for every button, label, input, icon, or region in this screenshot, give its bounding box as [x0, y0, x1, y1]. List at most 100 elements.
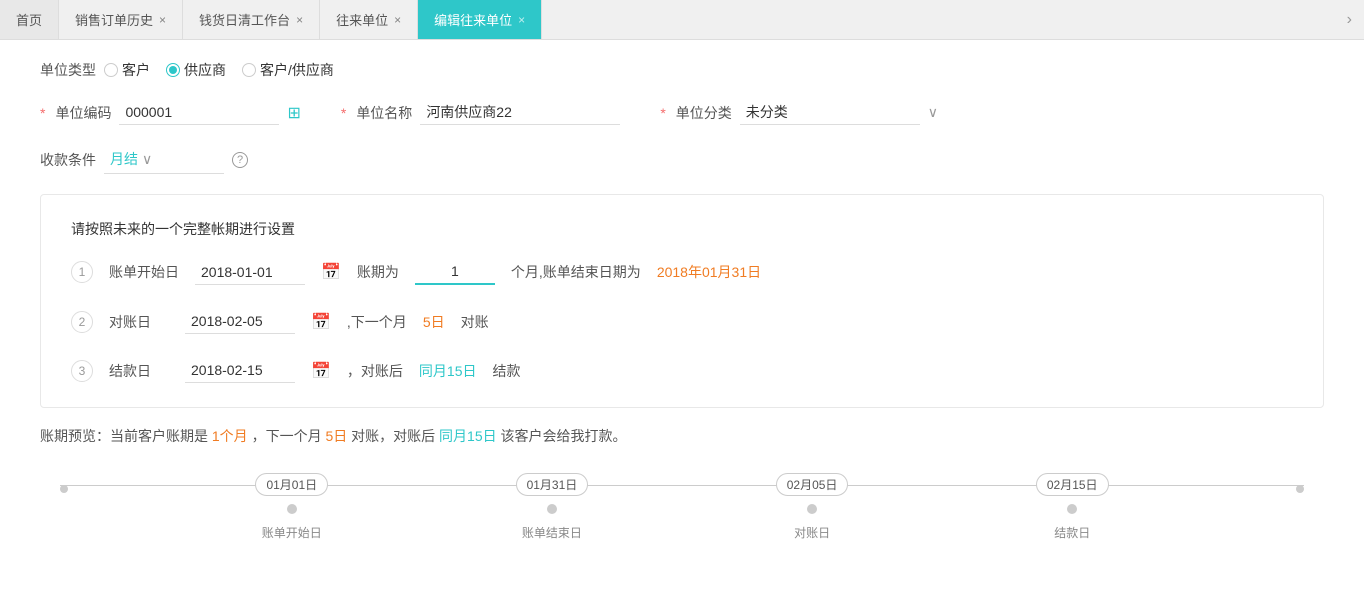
- unit-type-field: 单位类型 客户 供应商 客户/供应商: [40, 60, 334, 80]
- timeline-items: 01月01日 账单开始日 01月31日 账单结束日 02月05日 对账日 02月…: [60, 473, 1304, 541]
- radio-customer[interactable]: 客户: [104, 60, 150, 80]
- unit-info-row: * 单位编码 ⊞ * 单位名称 * 单位分类 ∨: [40, 100, 1324, 125]
- preview-middle: ，下一个月: [252, 428, 322, 444]
- step-2-day-highlight: 5日: [423, 312, 445, 332]
- unit-category-input[interactable]: [740, 100, 920, 125]
- preview-pay-highlight: 同月15日: [439, 428, 497, 444]
- period-value-input[interactable]: [415, 259, 495, 285]
- tab-edit-counterparty[interactable]: 编辑往来单位 ×: [418, 0, 542, 39]
- timeline-wrapper: 01月01日 账单开始日 01月31日 账单结束日 02月05日 对账日 02月…: [40, 473, 1324, 541]
- unit-category-required: *: [660, 105, 665, 121]
- step-1-period-label: 账期为: [357, 262, 399, 282]
- timeline-node-2: 02月05日 对账日: [776, 473, 849, 541]
- radio-supplier-label: 供应商: [184, 60, 226, 80]
- radio-supplier[interactable]: 供应商: [166, 60, 226, 80]
- timeline-dot-0: [287, 504, 297, 514]
- step-2-num: 2: [71, 311, 93, 333]
- tab-edit-counterparty-label: 编辑往来单位: [434, 10, 512, 29]
- main-content: 单位类型 客户 供应商 客户/供应商 * 单位编码: [0, 40, 1364, 608]
- tab-bar: 首页 销售订单历史 × 钱货日清工作台 × 往来单位 × 编辑往来单位 × ›: [0, 0, 1364, 40]
- payment-terms-label: 收款条件: [40, 150, 96, 170]
- timeline-dot-1: [547, 504, 557, 514]
- tab-sales-history-label: 销售订单历史: [75, 10, 153, 29]
- step-1-end-date: 2018年01月31日: [657, 262, 761, 282]
- step-3-label: 结款日: [109, 361, 169, 381]
- step-2-calendar-icon[interactable]: 📅: [311, 312, 331, 332]
- tab-home[interactable]: 首页: [0, 0, 59, 39]
- timeline-badge-3: 02月15日: [1036, 473, 1109, 496]
- payment-terms-field: 收款条件 月结 ∨ ?: [40, 145, 248, 174]
- preview-suffix: 该客户会给我打款。: [501, 428, 627, 444]
- payment-terms-value: 月结: [110, 149, 138, 169]
- preview-day-highlight: 5日: [325, 428, 347, 444]
- tab-cash-ledger-label: 钱货日清工作台: [199, 10, 290, 29]
- step-2-date-input[interactable]: [185, 309, 295, 334]
- help-icon[interactable]: ?: [232, 152, 248, 168]
- step-3-calendar-icon[interactable]: 📅: [311, 361, 331, 381]
- unit-code-label: 单位编码: [55, 103, 111, 123]
- step-1-period-unit: 个月,账单结束日期为: [511, 262, 641, 282]
- step-2-label: 对账日: [109, 312, 169, 332]
- preview-month-highlight: 1个月: [212, 428, 248, 444]
- close-cash-ledger-icon[interactable]: ×: [296, 13, 303, 27]
- close-edit-counterparty-icon[interactable]: ×: [518, 13, 525, 27]
- timeline-label-2: 对账日: [794, 524, 830, 541]
- timeline-end-dot: [1296, 485, 1304, 493]
- radio-both[interactable]: 客户/供应商: [242, 60, 334, 80]
- timeline-node-3: 02月15日 结款日: [1036, 473, 1109, 541]
- timeline-end-endpoint: [1296, 479, 1304, 493]
- unit-category-field: * 单位分类 ∨: [660, 100, 938, 125]
- step-1-num: 1: [71, 261, 93, 283]
- step-3-row: 3 结款日 📅 ，对账后 同月15日 结款: [71, 358, 1293, 383]
- section-title: 请按照未来的一个完整帐期进行设置: [71, 219, 1293, 239]
- radio-supplier-circle: [166, 63, 180, 77]
- step-1-row: 1 账单开始日 📅 账期为 个月,账单结束日期为 2018年01月31日: [71, 259, 1293, 285]
- timeline-badge-0: 01月01日: [255, 473, 328, 496]
- payment-terms-select[interactable]: 月结 ∨: [104, 145, 224, 174]
- radio-both-circle: [242, 63, 256, 77]
- copy-icon[interactable]: ⊞: [287, 103, 300, 123]
- step-2-prefix: ,下一个月: [347, 312, 407, 332]
- step-2-row: 2 对账日 📅 ,下一个月 5日 对账: [71, 309, 1293, 334]
- preview-prefix: 账期预览：当前客户账期是: [40, 428, 208, 444]
- step-3-date-input[interactable]: [185, 358, 295, 383]
- step-1-date-input[interactable]: [195, 260, 305, 285]
- tab-more-button[interactable]: ›: [1335, 0, 1364, 39]
- tab-cash-ledger[interactable]: 钱货日清工作台 ×: [183, 0, 320, 39]
- radio-customer-label: 客户: [122, 60, 150, 80]
- radio-both-label: 客户/供应商: [260, 60, 334, 80]
- unit-name-label: 单位名称: [356, 103, 412, 123]
- step-3-day-highlight: 同月15日: [419, 361, 477, 381]
- preview-middle2: 对账，对账后: [351, 428, 435, 444]
- preview-text: 账期预览：当前客户账期是 1个月 ，下一个月 5日 对账，对账后 同月15日 该…: [40, 424, 1324, 449]
- close-sales-history-icon[interactable]: ×: [159, 13, 166, 27]
- radio-group-unit-type: 客户 供应商 客户/供应商: [104, 60, 334, 80]
- unit-name-required: *: [341, 105, 346, 121]
- tab-counterparty-label: 往来单位: [336, 10, 388, 29]
- unit-name-input[interactable]: [420, 100, 620, 125]
- radio-customer-circle: [104, 63, 118, 77]
- unit-type-row: 单位类型 客户 供应商 客户/供应商: [40, 60, 1324, 80]
- unit-category-label: 单位分类: [676, 103, 732, 123]
- period-settings-section: 请按照未来的一个完整帐期进行设置 1 账单开始日 📅 账期为 个月,账单结束日期…: [40, 194, 1324, 408]
- close-counterparty-icon[interactable]: ×: [394, 13, 401, 27]
- timeline-badge-1: 01月31日: [516, 473, 589, 496]
- step-3-suffix: 结款: [493, 361, 521, 381]
- payment-terms-dropdown-icon[interactable]: ∨: [142, 151, 152, 168]
- timeline-node-1: 01月31日 账单结束日: [516, 473, 589, 541]
- unit-type-label: 单位类型: [40, 60, 96, 80]
- category-dropdown-icon[interactable]: ∨: [928, 104, 938, 121]
- step-3-num: 3: [71, 360, 93, 382]
- step-1-calendar-icon[interactable]: 📅: [321, 262, 341, 282]
- unit-code-field: * 单位编码 ⊞: [40, 100, 301, 125]
- tab-sales-history[interactable]: 销售订单历史 ×: [59, 0, 183, 39]
- tab-counterparty[interactable]: 往来单位 ×: [320, 0, 418, 39]
- payment-terms-row: 收款条件 月结 ∨ ?: [40, 145, 1324, 174]
- timeline-dot-3: [1067, 504, 1077, 514]
- timeline-node-0: 01月01日 账单开始日: [255, 473, 328, 541]
- step-2-suffix: 对账: [461, 312, 489, 332]
- unit-code-input[interactable]: [119, 100, 279, 125]
- step-1-label: 账单开始日: [109, 262, 179, 282]
- timeline-start-endpoint: [60, 479, 68, 493]
- timeline-label-1: 账单结束日: [522, 524, 582, 541]
